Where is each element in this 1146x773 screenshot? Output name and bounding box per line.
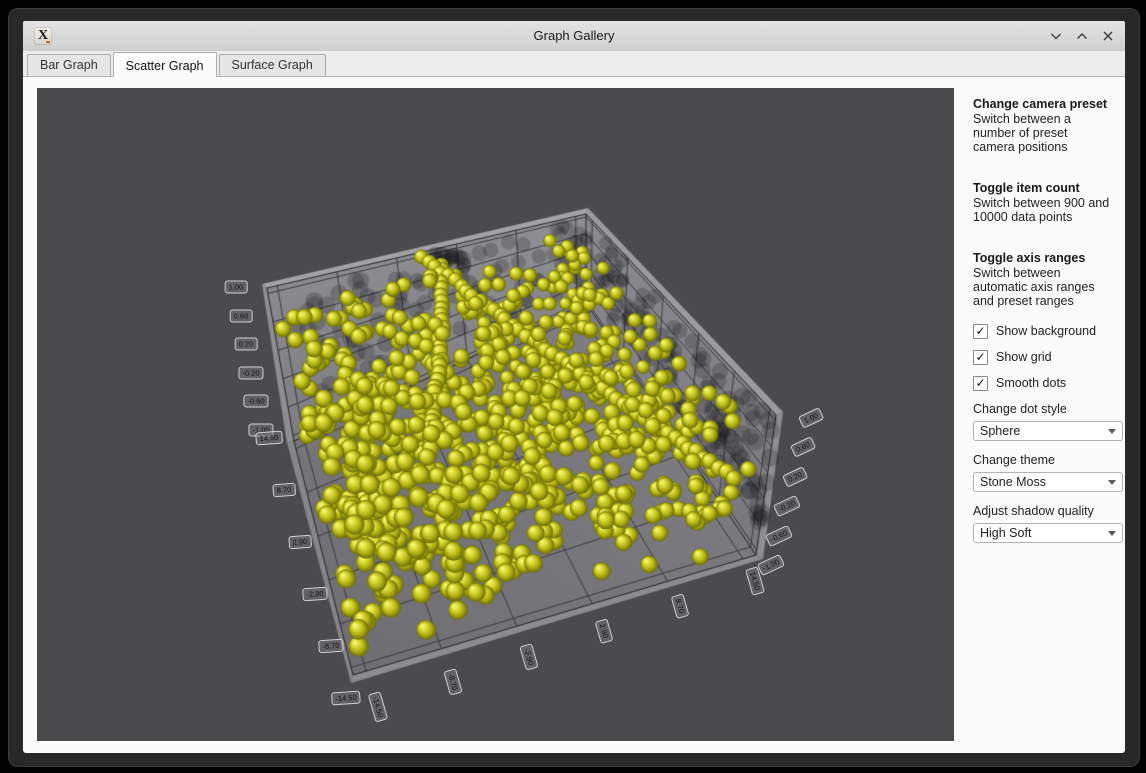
help-section-axis-ranges: Toggle axis ranges Switch between automa… (973, 251, 1125, 308)
side-panel: Change camera preset Switch between a nu… (973, 97, 1125, 543)
axis-tick-label: 2.90 (288, 534, 312, 550)
theme-value: Stone Moss (980, 475, 1047, 489)
dot-style-label: Change dot style (973, 402, 1067, 416)
theme-select[interactable]: Stone Moss (973, 472, 1123, 492)
checkmark-icon: ✓ (975, 323, 986, 338)
scatter-3d-view[interactable]: 1.00 0.60 0.20 -0.20 -0.60 -1.00 14.50 8.70 2.90… (37, 88, 954, 741)
axis-tick-label: -2.90 (302, 586, 329, 602)
checkbox-label: Show background (996, 324, 1097, 338)
shadow-quality-value: High Soft (980, 526, 1032, 540)
checkbox-smooth-dots[interactable]: ✓ (973, 375, 988, 391)
window-title: Graph Gallery (533, 28, 615, 43)
help-title: Toggle axis ranges (973, 251, 1086, 265)
help-section-item-count: Toggle item count Switch between 900 and… (973, 181, 1125, 224)
checkbox-show-background[interactable]: ✓ (973, 323, 988, 339)
tab-bar: Bar Graph Scatter Graph Surface Graph (23, 51, 1125, 77)
axis-tick-label: 14.50 (254, 430, 283, 446)
checkbox-row: ✓ Show grid (973, 349, 1125, 365)
help-desc: Switch between 900 and 10000 data points (973, 196, 1110, 224)
chevron-down-icon (1108, 530, 1116, 540)
checkbox-label: Show grid (996, 350, 1052, 364)
help-title: Toggle item count (973, 181, 1080, 195)
axis-tick-label: 1.00 (224, 280, 248, 294)
chevron-up-icon (1077, 33, 1087, 39)
checkmark-icon: ✓ (975, 349, 986, 364)
window-content: Bar Graph Scatter Graph Surface Graph 1.… (23, 51, 1125, 753)
help-section-camera: Change camera preset Switch between a nu… (973, 97, 1125, 154)
chevron-down-icon (1108, 428, 1116, 438)
shadow-quality-select[interactable]: High Soft (973, 523, 1123, 543)
dot-style-value: Sphere (980, 424, 1021, 438)
axis-tick-label: -14.50 (331, 690, 362, 706)
shadow-quality-label: Adjust shadow quality (973, 504, 1094, 518)
app-window: X Graph Gallery Bar Graph Scatter Graph … (8, 8, 1140, 767)
chevron-down-icon (1108, 479, 1116, 489)
checkbox-row: ✓ Smooth dots (973, 375, 1125, 391)
checkbox-label: Smooth dots (996, 376, 1067, 390)
tab-scatter-graph[interactable]: Scatter Graph (112, 52, 217, 77)
help-title: Change camera preset (973, 97, 1108, 111)
dot-style-select[interactable]: Sphere (973, 421, 1123, 441)
chevron-down-icon (1051, 33, 1061, 40)
tab-bar-graph[interactable]: Bar Graph (27, 54, 111, 76)
close-button[interactable] (1101, 29, 1115, 43)
axis-tick-label: -8.70 (317, 638, 344, 654)
window-controls (1049, 21, 1115, 51)
titlebar[interactable]: X Graph Gallery (23, 21, 1125, 52)
help-desc: Switch between a number of preset camera… (973, 112, 1071, 154)
close-icon (1103, 31, 1113, 41)
tab-surface-graph[interactable]: Surface Graph (218, 54, 326, 76)
axis-tick-label: -0.60 (243, 394, 269, 408)
axis-tick-label: 8.70 (272, 482, 296, 498)
help-desc: Switch between automatic axis ranges and… (973, 266, 1095, 308)
theme-label: Change theme (973, 453, 1056, 467)
maximize-button[interactable] (1075, 29, 1089, 43)
axis-tick-label: -0.20 (238, 366, 264, 380)
checkbox-row: ✓ Show background (973, 323, 1125, 339)
checkmark-icon: ✓ (975, 375, 986, 390)
checkbox-show-grid[interactable]: ✓ (973, 349, 988, 365)
minimize-button[interactable] (1049, 29, 1063, 43)
axis-tick-label: 0.20 (234, 337, 258, 351)
checkbox-group: ✓ Show background ✓ Show grid ✓ Smooth d… (973, 323, 1125, 391)
axis-tick-label: 0.60 (229, 309, 253, 323)
